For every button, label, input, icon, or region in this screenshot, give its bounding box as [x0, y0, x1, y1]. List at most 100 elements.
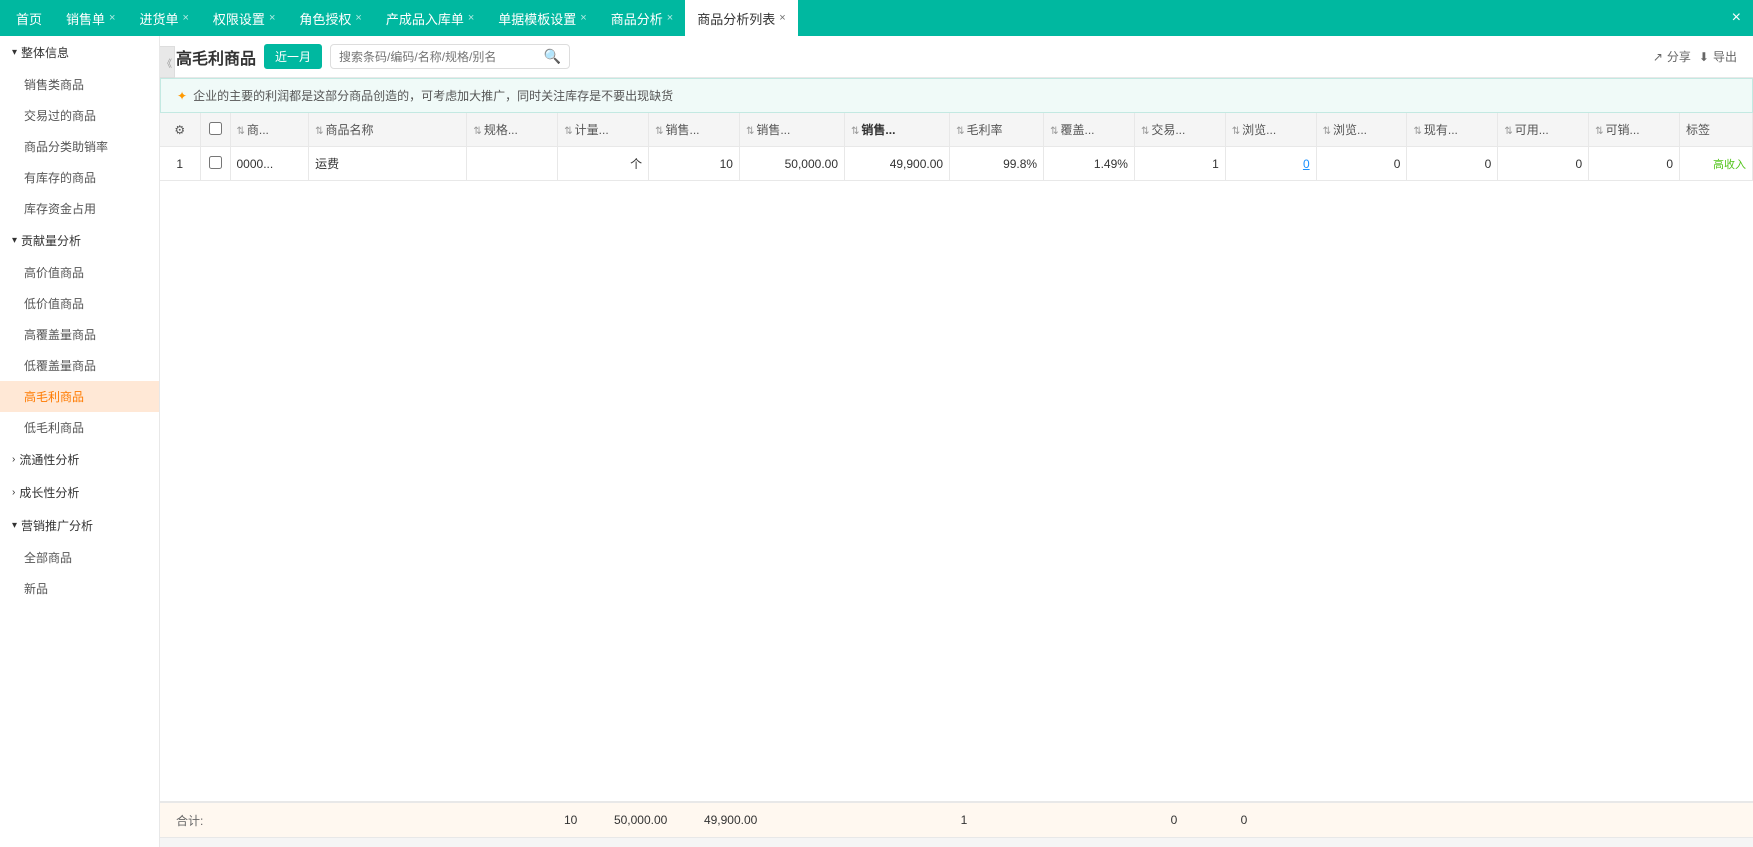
search-box: 🔍 [330, 44, 570, 69]
footer-transactions: 1 [903, 813, 973, 827]
nav-sales-order[interactable]: 销售单 × [54, 0, 127, 36]
footer-label: 合计: [176, 812, 203, 829]
footer-available: 0 [1183, 813, 1253, 827]
table-footer: 合计: 10 50,000.00 49,900.00 1 0 0 [160, 801, 1753, 837]
settings-icon: ⚙ [174, 123, 185, 137]
nav-permission-settings[interactable]: 权限设置 × [201, 0, 287, 36]
footer-sales2: 50,000.00 [583, 813, 673, 827]
col-browse2: ⇅浏览... [1316, 113, 1407, 147]
close-product-inbound[interactable]: × [468, 12, 474, 24]
sidebar-collapse-button[interactable]: 《 [160, 46, 175, 78]
page-title: 高毛利商品 [176, 45, 256, 69]
row-checkbox-cell[interactable] [200, 147, 230, 181]
chevron-right-icon: › [12, 487, 15, 498]
share-button[interactable]: ↗ 分享 [1653, 48, 1691, 65]
nav-template-settings[interactable]: 单据模板设置 × [486, 0, 598, 36]
col-browse1: ⇅浏览... [1225, 113, 1316, 147]
chevron-down-icon: ▾ [12, 47, 17, 58]
sidebar-item-low-margin[interactable]: 低毛利商品 [0, 412, 159, 443]
close-permission-settings[interactable]: × [269, 12, 275, 24]
row-available: 0 [1498, 147, 1589, 181]
col-code: ⇅商... [230, 113, 309, 147]
row-code: 0000... [230, 147, 309, 181]
sidebar-group-overview[interactable]: ▾ 整体信息 [0, 36, 159, 69]
row-sellable: 0 [1589, 147, 1680, 181]
export-icon: ⬇ [1699, 50, 1709, 64]
chevron-down-icon: ▾ [12, 235, 17, 246]
col-name: ⇅商品名称 [309, 113, 467, 147]
sidebar-item-stock-capital[interactable]: 库存资金占用 [0, 193, 159, 224]
export-button[interactable]: ⬇ 导出 [1699, 48, 1737, 65]
row-sales3: 49,900.00 [845, 147, 950, 181]
sidebar-item-low-value[interactable]: 低价值商品 [0, 288, 159, 319]
col-gross-rate: ⇅毛利率 [950, 113, 1044, 147]
horizontal-scrollbar[interactable] [160, 837, 1753, 847]
col-current-stock: ⇅现有... [1407, 113, 1498, 147]
nav-product-analysis-list[interactable]: 商品分析列表 × [685, 0, 797, 36]
sidebar-group-marketing[interactable]: ▾ 营销推广分析 [0, 509, 159, 542]
row-current-stock: 0 [1407, 147, 1498, 181]
sidebar-item-traded-goods[interactable]: 交易过的商品 [0, 100, 159, 131]
row-sales1: 10 [649, 147, 740, 181]
main-layout: ▾ 整体信息 销售类商品 交易过的商品 商品分类助销率 有库存的商品 库存资金占… [0, 36, 1753, 847]
row-gross-rate: 99.8% [950, 147, 1044, 181]
col-sales3: ⇅销售... [845, 113, 950, 147]
nav-product-analysis[interactable]: 商品分析 × [599, 0, 685, 36]
nav-product-inbound[interactable]: 产成品入库单 × [374, 0, 486, 36]
sidebar-item-category-sales-rate[interactable]: 商品分类助销率 [0, 131, 159, 162]
row-unit: 个 [558, 147, 649, 181]
col-coverage: ⇅覆盖... [1044, 113, 1135, 147]
row-browse2: 0 [1316, 147, 1407, 181]
search-icon[interactable]: 🔍 [544, 48, 561, 65]
col-sales1: ⇅销售... [649, 113, 740, 147]
sidebar-item-high-coverage[interactable]: 高覆盖量商品 [0, 319, 159, 350]
info-banner: ✦ 企业的主要的利润都是这部分商品创造的，可考虑加大推广，同时关注库存是不要出现… [160, 78, 1753, 113]
search-input[interactable] [339, 50, 544, 64]
footer-current-stock: 0 [1113, 813, 1183, 827]
sidebar-item-high-margin[interactable]: 高毛利商品 [0, 381, 159, 412]
row-index: 1 [160, 147, 200, 181]
close-all-tabs[interactable]: × [1724, 9, 1749, 27]
row-checkbox[interactable] [209, 156, 222, 169]
info-icon: ✦ [177, 89, 187, 103]
close-role-auth[interactable]: × [355, 12, 361, 24]
col-unit: ⇅计量... [558, 113, 649, 147]
table-row: 1 0000... 运费 个 10 50,000.00 49,900.00 99… [160, 147, 1753, 181]
row-coverage: 1.49% [1044, 147, 1135, 181]
sidebar-group-growth[interactable]: › 成长性分析 [0, 476, 159, 509]
close-template-settings[interactable]: × [580, 12, 586, 24]
sidebar-group-contribution[interactable]: ▾ 贡献量分析 [0, 224, 159, 257]
sidebar-item-high-value[interactable]: 高价值商品 [0, 257, 159, 288]
row-browse1[interactable]: 0 [1225, 147, 1316, 181]
footer-sales3: 49,900.00 [673, 813, 763, 827]
col-tag: 标签 [1680, 113, 1753, 147]
row-transactions: 1 [1134, 147, 1225, 181]
sidebar-item-in-stock-goods[interactable]: 有库存的商品 [0, 162, 159, 193]
close-purchase-order[interactable]: × [182, 12, 188, 24]
col-sales2: ⇅销售... [739, 113, 844, 147]
select-all-checkbox[interactable] [209, 122, 222, 135]
footer-cells: 10 50,000.00 49,900.00 1 0 0 [211, 813, 1737, 827]
nav-home[interactable]: 首页 [4, 0, 54, 36]
sidebar-item-sales-goods[interactable]: 销售类商品 [0, 69, 159, 100]
nav-purchase-order[interactable]: 进货单 × [127, 0, 200, 36]
nav-role-auth[interactable]: 角色授权 × [287, 0, 373, 36]
col-settings[interactable]: ⚙ [160, 113, 200, 147]
sidebar-item-low-coverage[interactable]: 低覆盖量商品 [0, 350, 159, 381]
row-tag: 高收入 [1680, 147, 1753, 181]
sidebar-item-all-goods[interactable]: 全部商品 [0, 542, 159, 573]
close-product-analysis[interactable]: × [667, 12, 673, 24]
sidebar-group-liquidity[interactable]: › 流通性分析 [0, 443, 159, 476]
row-sales2: 50,000.00 [739, 147, 844, 181]
data-table: ⚙ ⇅商... ⇅商品名称 ⇅规格... ⇅计量... ⇅销售... ⇅销售..… [160, 113, 1753, 181]
close-sales-order[interactable]: × [109, 12, 115, 24]
header-actions: ↗ 分享 ⬇ 导出 [1653, 48, 1737, 65]
sidebar-item-new-goods[interactable]: 新品 [0, 573, 159, 604]
data-table-container: ⚙ ⇅商... ⇅商品名称 ⇅规格... ⇅计量... ⇅销售... ⇅销售..… [160, 113, 1753, 801]
col-sellable: ⇅可销... [1589, 113, 1680, 147]
sidebar: ▾ 整体信息 销售类商品 交易过的商品 商品分类助销率 有库存的商品 库存资金占… [0, 36, 160, 847]
top-navigation: 首页 销售单 × 进货单 × 权限设置 × 角色授权 × 产成品入库单 × 单据… [0, 0, 1753, 36]
col-checkbox[interactable] [200, 113, 230, 147]
filter-recent-month-button[interactable]: 近一月 [264, 44, 322, 69]
close-product-analysis-list[interactable]: × [779, 12, 785, 24]
